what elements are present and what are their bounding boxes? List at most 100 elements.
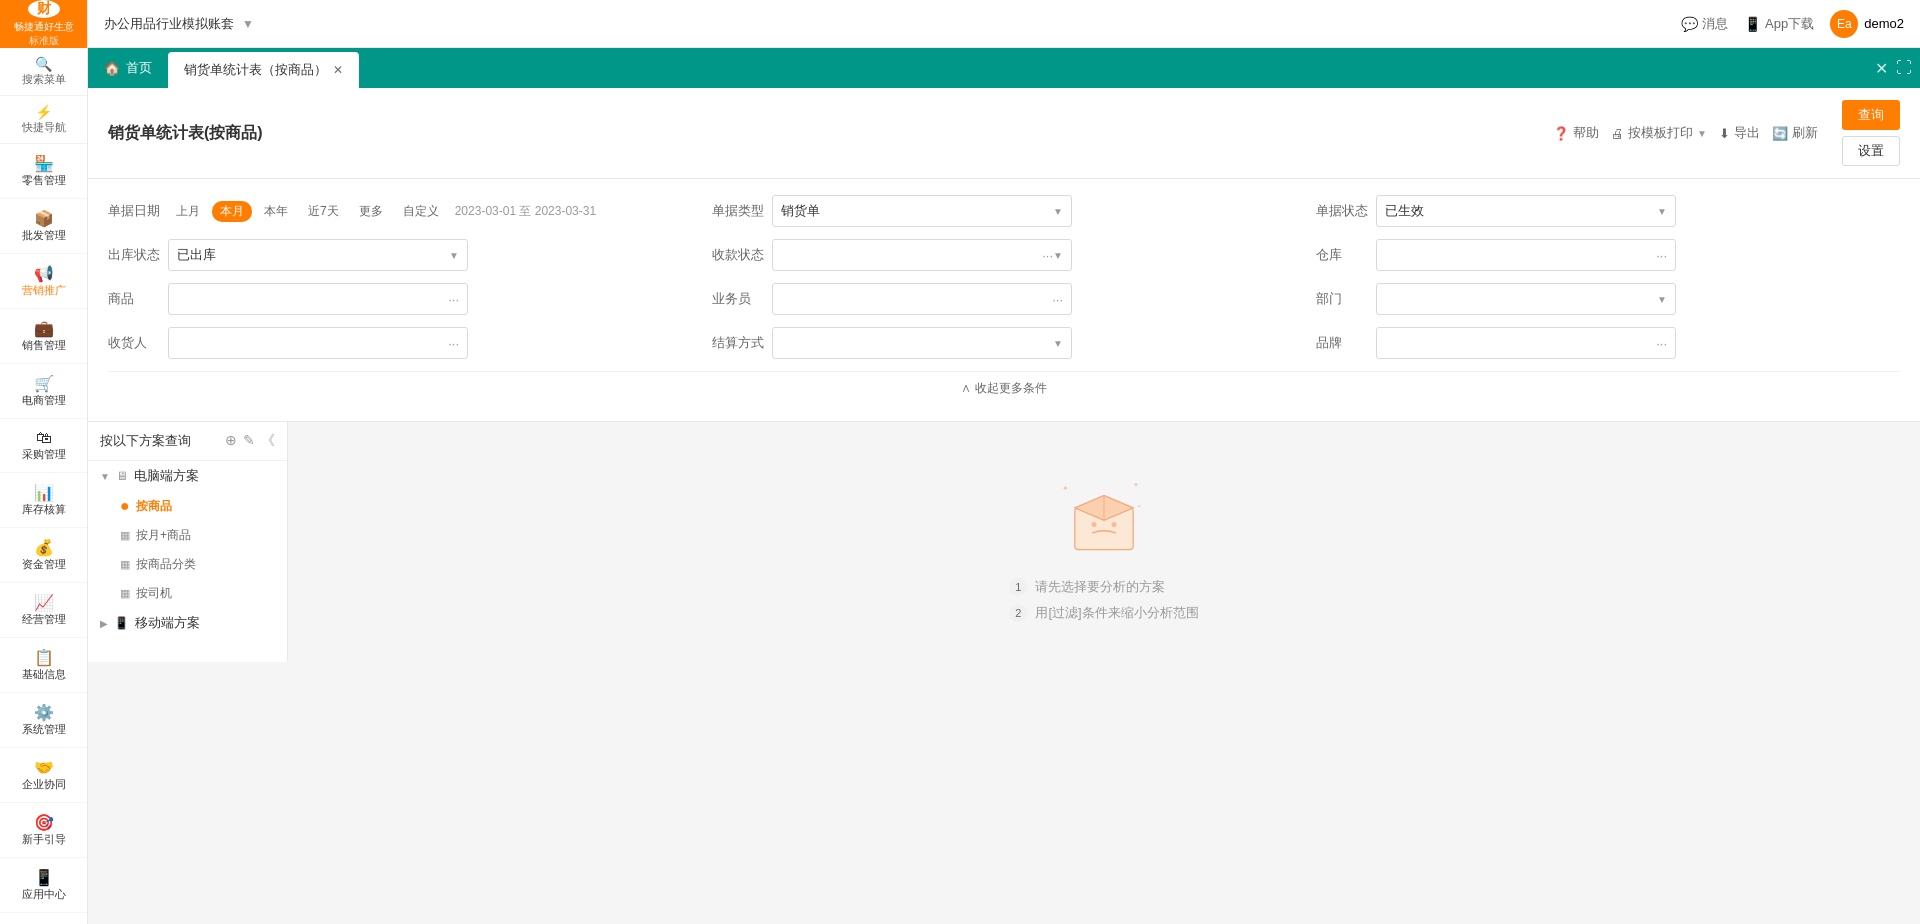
settlement-dropdown-icon: ▼ (1053, 338, 1063, 349)
filter-row-3: 商品 ··· 业务员 ··· 部门 (108, 283, 1900, 315)
goods-control[interactable]: ··· (168, 283, 468, 315)
doc-type-dropdown-icon: ▼ (1053, 206, 1063, 217)
mobile-category-arrow: ▶ (100, 618, 108, 629)
pay-status-dots: ··· (1042, 248, 1053, 263)
sidebar-item-retail[interactable]: 🏪 零售管理 (0, 144, 87, 199)
date-tab-this-month[interactable]: 本月 (212, 201, 252, 222)
breadcrumb-arrow[interactable]: ▼ (242, 17, 254, 31)
user-menu[interactable]: Ea demo2 (1830, 10, 1904, 38)
filter-pay-status: 收款状态 ··· ▼ (712, 239, 1296, 271)
window-maximize-icon[interactable]: ⛶ (1896, 59, 1912, 77)
sidebar-item-apps[interactable]: 📱 应用中心 (0, 858, 87, 913)
pc-category-label: 电脑端方案 (134, 467, 199, 485)
sidebar-item-wholesale[interactable]: 📦 批发管理 (0, 199, 87, 254)
scheme-item-by-category[interactable]: ▦ 按商品分类 (108, 550, 287, 579)
sidebar-item-ecommerce[interactable]: 🛒 电商管理 (0, 364, 87, 419)
sidebar-item-guide[interactable]: 🎯 新手引导 (0, 803, 87, 858)
sidebar-item-base[interactable]: 📋 基础信息 (0, 638, 87, 693)
grid-icon-2: ▦ (120, 558, 130, 571)
sidebar-item-sales[interactable]: 💼 销售管理 (0, 309, 87, 364)
tip-text-2: 用[过滤]条件来缩小分析范围 (1035, 604, 1198, 622)
sidebar-item-inventory[interactable]: 📊 库存核算 (0, 473, 87, 528)
settlement-control[interactable]: ▼ (772, 327, 1072, 359)
breadcrumb: 办公用品行业模拟账套 (104, 15, 234, 33)
top-header: 办公用品行业模拟账套 ▼ 💬 消息 📱 App下载 Ea demo2 (88, 0, 1920, 48)
brand-control[interactable]: ··· (1376, 327, 1676, 359)
inventory-icon: 📊 (0, 483, 87, 502)
filter-goods: 商品 ··· (108, 283, 692, 315)
filter-doc-type: 单据类型 销货单 ▼ (712, 195, 1296, 227)
sidebar-menu: 🏪 零售管理 📦 批发管理 📢 营销推广 💼 销售管理 🛒 电商管理 🛍 采购管… (0, 144, 87, 924)
date-tab-this-year[interactable]: 本年 (256, 201, 296, 222)
date-tab-more[interactable]: 更多 (351, 201, 391, 222)
pay-status-control[interactable]: ··· ▼ (772, 239, 1072, 271)
date-tab-7days[interactable]: 近7天 (300, 201, 347, 222)
scheme-category-mobile[interactable]: ▶ 📱 移动端方案 (88, 608, 287, 638)
print-button[interactable]: 🖨 按模板打印 ▼ (1611, 124, 1707, 142)
scheme-item-by-goods[interactable]: ● 按商品 (108, 491, 287, 521)
content-body: 按以下方案查询 ⊕ ✎ 《 ▼ 🖥 电脑端方案 ● (88, 422, 1920, 662)
base-icon: 📋 (0, 648, 87, 667)
sidebar-item-cooperation[interactable]: 🤝 企业协同 (0, 748, 87, 803)
department-control[interactable]: ▼ (1376, 283, 1676, 315)
doc-type-control[interactable]: 销货单 ▼ (772, 195, 1072, 227)
date-tab-custom[interactable]: 自定义 (395, 201, 447, 222)
collapse-bar[interactable]: ∧ 收起更多条件 (108, 371, 1900, 405)
apps-icon: 📱 (0, 868, 87, 887)
sidebar-item-operation[interactable]: 📈 经营管理 (0, 583, 87, 638)
app-name: 畅捷通好生意 (14, 20, 74, 34)
guide-icon: 🎯 (0, 813, 87, 832)
tab-home[interactable]: 🏠 首页 (88, 48, 168, 88)
filter-salesperson: 业务员 ··· (712, 283, 1296, 315)
empty-tip-2: 2 用[过滤]条件来缩小分析范围 (1009, 604, 1198, 622)
sidebar-item-weixin[interactable]: 💬 企业微信 (0, 913, 87, 924)
warehouse-control[interactable]: ··· (1376, 239, 1676, 271)
sidebar-item-marketing[interactable]: 📢 营销推广 (0, 254, 87, 309)
collapse-icon: ∧ (961, 381, 971, 395)
data-area: ✦ ✦ ✦ 1 请先选择要分析的方案 2 用[过滤]条件来缩小分析范围 (288, 422, 1920, 662)
scheme-item-by-driver[interactable]: ▦ 按司机 (108, 579, 287, 608)
filter-row-1: 单据日期 上月 本月 本年 近7天 更多 自定义 2023-03-01 至 20… (108, 195, 1900, 227)
quick-nav[interactable]: ⚡ 快捷导航 (0, 96, 87, 144)
refresh-icon: 🔄 (1772, 126, 1788, 141)
help-button[interactable]: ❓ 帮助 (1553, 124, 1599, 142)
scheme-category-pc[interactable]: ▼ 🖥 电脑端方案 (88, 461, 287, 491)
pc-category-arrow: ▼ (100, 471, 110, 482)
tab-close-icon[interactable]: ✕ (333, 63, 343, 77)
window-close-icon[interactable]: ✕ (1875, 59, 1888, 78)
sidebar-item-finance[interactable]: 💰 资金管理 (0, 528, 87, 583)
date-tab-last-month[interactable]: 上月 (168, 201, 208, 222)
out-status-control[interactable]: 已出库 ▼ (168, 239, 468, 271)
collapse-scheme-icon[interactable]: 《 (261, 432, 275, 450)
doc-status-control[interactable]: 已生效 ▼ (1376, 195, 1676, 227)
warehouse-dots: ··· (1656, 248, 1667, 263)
sidebar-item-system[interactable]: ⚙️ 系统管理 (0, 693, 87, 748)
add-scheme-icon[interactable]: ⊕ (225, 432, 237, 450)
tab-sales-report[interactable]: 销货单统计表（按商品） ✕ (168, 52, 359, 88)
receiver-control[interactable]: ··· (168, 327, 468, 359)
scheme-item-by-month-goods[interactable]: ▦ 按月+商品 (108, 521, 287, 550)
filter-row-2: 出库状态 已出库 ▼ 收款状态 ··· ▼ (108, 239, 1900, 271)
sales-icon: 💼 (0, 319, 87, 338)
sidebar-item-purchase[interactable]: 🛍 采购管理 (0, 419, 87, 473)
export-button[interactable]: ⬇ 导出 (1719, 124, 1760, 142)
salesperson-control[interactable]: ··· (772, 283, 1072, 315)
tab-bar-right: ✕ ⛶ (1875, 59, 1920, 78)
refresh-button[interactable]: 🔄 刷新 (1772, 124, 1818, 142)
message-action[interactable]: 💬 消息 (1681, 15, 1728, 33)
export-icon: ⬇ (1719, 126, 1730, 141)
header-right: 💬 消息 📱 App下载 Ea demo2 (1681, 10, 1904, 38)
search-menu[interactable]: 🔍 搜索菜单 (0, 48, 87, 96)
salesperson-dots: ··· (1052, 292, 1063, 307)
empty-tip-1: 1 请先选择要分析的方案 (1009, 578, 1198, 596)
out-status-value: 已出库 (177, 246, 449, 264)
query-button[interactable]: 查询 (1842, 100, 1900, 130)
brand-label: 品牌 (1316, 334, 1376, 352)
marketing-icon: 📢 (0, 264, 87, 283)
filter-warehouse: 仓库 ··· (1316, 239, 1900, 271)
filter-area: 单据日期 上月 本月 本年 近7天 更多 自定义 2023-03-01 至 20… (88, 179, 1920, 422)
edit-scheme-icon[interactable]: ✎ (243, 432, 255, 450)
app-download-action[interactable]: 📱 App下载 (1744, 15, 1814, 33)
settings-button[interactable]: 设置 (1842, 136, 1900, 166)
svg-point-3 (1091, 522, 1096, 527)
